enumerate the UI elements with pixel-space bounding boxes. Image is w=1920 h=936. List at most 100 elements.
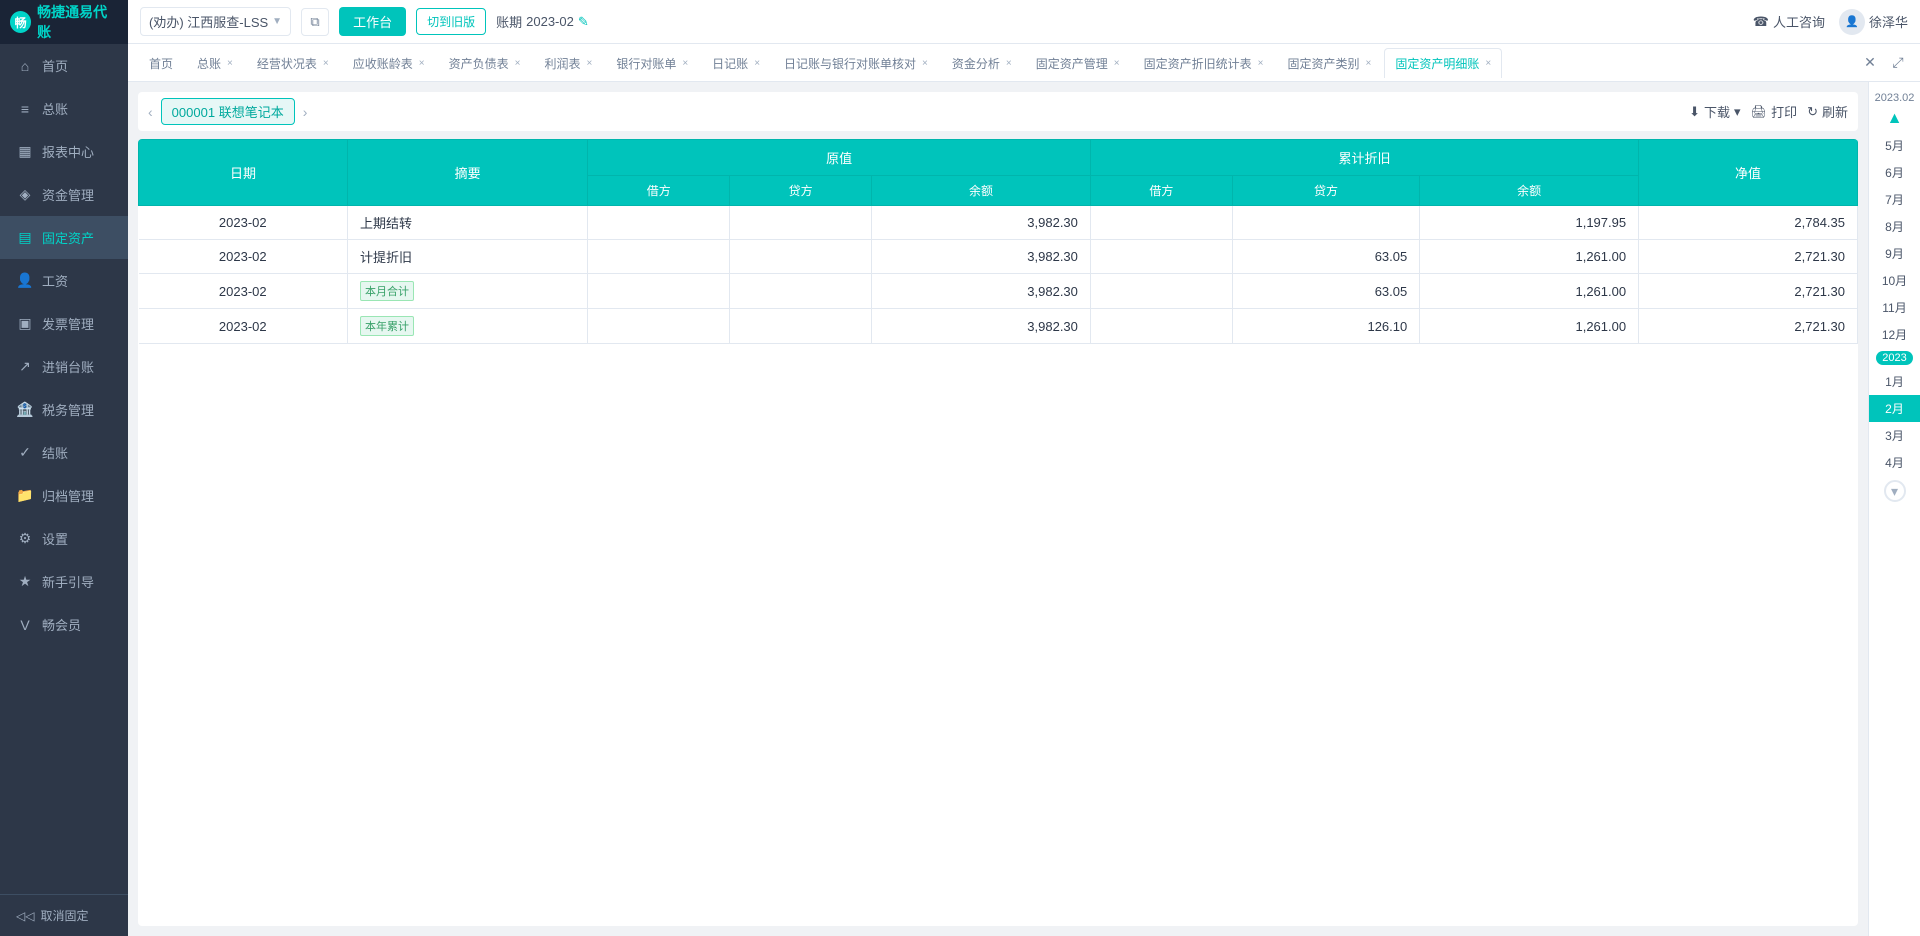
download-button[interactable]: ⬇ 下载 ▾ — [1689, 102, 1740, 121]
sidebar-item-guide[interactable]: ★ 新手引导 — [0, 560, 128, 603]
month-9[interactable]: 9月 — [1869, 240, 1920, 267]
tab-label-fa-mgmt: 固定资产管理 — [1036, 55, 1108, 72]
month-3[interactable]: 3月 — [1869, 422, 1920, 449]
tab-label-fa-detail: 固定资产明细账 — [1395, 55, 1479, 72]
close-tab-button[interactable]: ✕ — [1858, 51, 1882, 75]
asset-tag[interactable]: 000001 联想笔记本 — [161, 98, 295, 125]
month-11[interactable]: 11月 — [1869, 294, 1920, 321]
tax-icon: 🏦 — [16, 401, 34, 418]
cell-orig-debit — [588, 309, 730, 344]
tab-funds[interactable]: 资金分析 × — [941, 48, 1023, 78]
tab-bank[interactable]: 银行对账单 × — [605, 48, 699, 78]
cell-summary: 上期结转 — [348, 206, 588, 240]
tab-profit[interactable]: 利润表 × — [533, 48, 603, 78]
tab-close-balance[interactable]: × — [515, 58, 521, 69]
tab-ledger[interactable]: 总账 × — [186, 48, 244, 78]
tab-close-profit[interactable]: × — [586, 58, 592, 69]
cell-date: 2023-02 — [139, 206, 348, 240]
unpin-button[interactable]: ◁◁ 取消固定 — [0, 894, 128, 936]
year-2023-badge[interactable]: 2023 — [1876, 351, 1912, 365]
company-dropdown-icon: ▼ — [272, 16, 282, 27]
sidebar-item-ledger[interactable]: ≡ 总账 — [0, 87, 128, 130]
nav-next-arrow[interactable]: › — [303, 104, 308, 120]
tab-fa-depr[interactable]: 固定资产折旧统计表 × — [1133, 48, 1275, 78]
sidebar-item-sales[interactable]: ↗ 进销台账 — [0, 345, 128, 388]
tab-fa-mgmt[interactable]: 固定资产管理 × — [1025, 48, 1131, 78]
cell-accum-credit: 63.05 — [1232, 240, 1419, 274]
tab-close-ledger[interactable]: × — [227, 58, 233, 69]
tab-close-fa-type[interactable]: × — [1365, 58, 1371, 69]
tab-close-fa-mgmt[interactable]: × — [1114, 58, 1120, 69]
tab-reconcile[interactable]: 日记账与银行对账单核对 × — [773, 48, 939, 78]
sidebar-item-fixed-assets[interactable]: ▤ 固定资产 — [0, 216, 128, 259]
cell-accum-balance: 1,197.95 — [1420, 206, 1639, 240]
sidebar-label-close: 结账 — [42, 443, 68, 462]
sidebar-label-invoice: 发票管理 — [42, 314, 94, 333]
month-1[interactable]: 1月 — [1869, 368, 1920, 395]
tab-receivable[interactable]: 应收账龄表 × — [342, 48, 436, 78]
tab-close-fa-detail[interactable]: × — [1485, 58, 1491, 69]
th-accum-debit: 借方 — [1090, 176, 1232, 206]
tab-label-fa-depr: 固定资产折旧统计表 — [1144, 55, 1252, 72]
month-7[interactable]: 7月 — [1869, 186, 1920, 213]
th-accum-balance: 余额 — [1420, 176, 1639, 206]
tab-fa-detail[interactable]: 固定资产明细账 × — [1384, 48, 1502, 78]
tab-close-fa-depr[interactable]: × — [1258, 58, 1264, 69]
nav-prev-arrow[interactable]: ‹ — [148, 104, 153, 120]
tab-journal[interactable]: 日记账 × — [701, 48, 771, 78]
unpin-icon: ◁◁ — [16, 909, 34, 923]
tab-close-funds[interactable]: × — [1006, 58, 1012, 69]
help-label: 人工咨询 — [1773, 12, 1825, 31]
period-edit-icon[interactable]: ✎ — [578, 14, 589, 30]
user-menu[interactable]: 👤 徐泽华 — [1839, 9, 1908, 35]
sidebar-item-home[interactable]: ⌂ 首页 — [0, 44, 128, 87]
table-row: 2023-02 上期结转 3,982.30 1,197.95 2,784.35 — [139, 206, 1858, 240]
tab-home[interactable]: 首页 — [138, 48, 184, 78]
refresh-button[interactable]: ↻ 刷新 — [1807, 102, 1848, 121]
logo-icon: 畅 — [10, 11, 31, 33]
asset-name: 联想笔记本 — [219, 105, 284, 120]
month-8[interactable]: 8月 — [1869, 213, 1920, 240]
scroll-up-button[interactable]: ▲ — [1887, 110, 1903, 128]
print-button[interactable]: 🖨 打印 — [1751, 102, 1798, 121]
right-year-top[interactable]: 2023.02 — [1875, 92, 1915, 104]
month-5[interactable]: 5月 — [1869, 132, 1920, 159]
month-6[interactable]: 6月 — [1869, 159, 1920, 186]
download-arrow-icon: ▾ — [1734, 104, 1741, 120]
month-10[interactable]: 10月 — [1869, 267, 1920, 294]
print-icon: 🖨 — [1751, 104, 1768, 120]
tab-close-reconcile[interactable]: × — [922, 58, 928, 69]
sidebar-item-close[interactable]: ✓ 结账 — [0, 431, 128, 474]
month-12[interactable]: 12月 — [1869, 321, 1920, 348]
ledger-icon: ≡ — [16, 101, 34, 117]
company-name: (劝办) 江西服查-LSS — [149, 12, 268, 31]
sidebar-item-settings[interactable]: ⚙ 设置 — [0, 517, 128, 560]
copy-button[interactable]: ⧉ — [301, 8, 329, 36]
sidebar-item-salary[interactable]: 👤 工资 — [0, 259, 128, 302]
tab-fa-type[interactable]: 固定资产类别 × — [1276, 48, 1382, 78]
sidebar-label-fixed-assets: 固定资产 — [42, 228, 94, 247]
tab-close-journal[interactable]: × — [754, 58, 760, 69]
sidebar-item-funds[interactable]: ◈ 资金管理 — [0, 173, 128, 216]
workbench-button[interactable]: 工作台 — [339, 7, 406, 36]
sidebar-item-tax[interactable]: 🏦 税务管理 — [0, 388, 128, 431]
row-tag: 本月合计 — [360, 281, 414, 301]
switch-version-button[interactable]: 切到旧版 — [416, 8, 486, 35]
sidebar-item-invoice[interactable]: ▣ 发票管理 — [0, 302, 128, 345]
tab-close-receivable[interactable]: × — [419, 58, 425, 69]
company-selector[interactable]: (劝办) 江西服查-LSS ▼ — [140, 7, 291, 36]
tab-close-bank[interactable]: × — [682, 58, 688, 69]
sidebar-item-reports[interactable]: ▦ 报表中心 — [0, 130, 128, 173]
sidebar-item-archive[interactable]: 📁 归档管理 — [0, 474, 128, 517]
cell-accum-credit: 126.10 — [1232, 309, 1419, 344]
scroll-down-button[interactable]: ▾ — [1884, 480, 1906, 502]
maximize-button[interactable]: ⤢ — [1886, 51, 1910, 75]
month-2-active[interactable]: 2月 — [1869, 395, 1920, 422]
tab-close-status[interactable]: × — [323, 58, 329, 69]
help-button[interactable]: ☎ 人工咨询 — [1753, 12, 1825, 31]
tab-status[interactable]: 经营状况表 × — [246, 48, 340, 78]
tab-balance[interactable]: 资产负债表 × — [438, 48, 532, 78]
refresh-icon: ↻ — [1807, 104, 1818, 120]
month-4[interactable]: 4月 — [1869, 449, 1920, 476]
sidebar-item-vip[interactable]: V 畅会员 — [0, 603, 128, 646]
